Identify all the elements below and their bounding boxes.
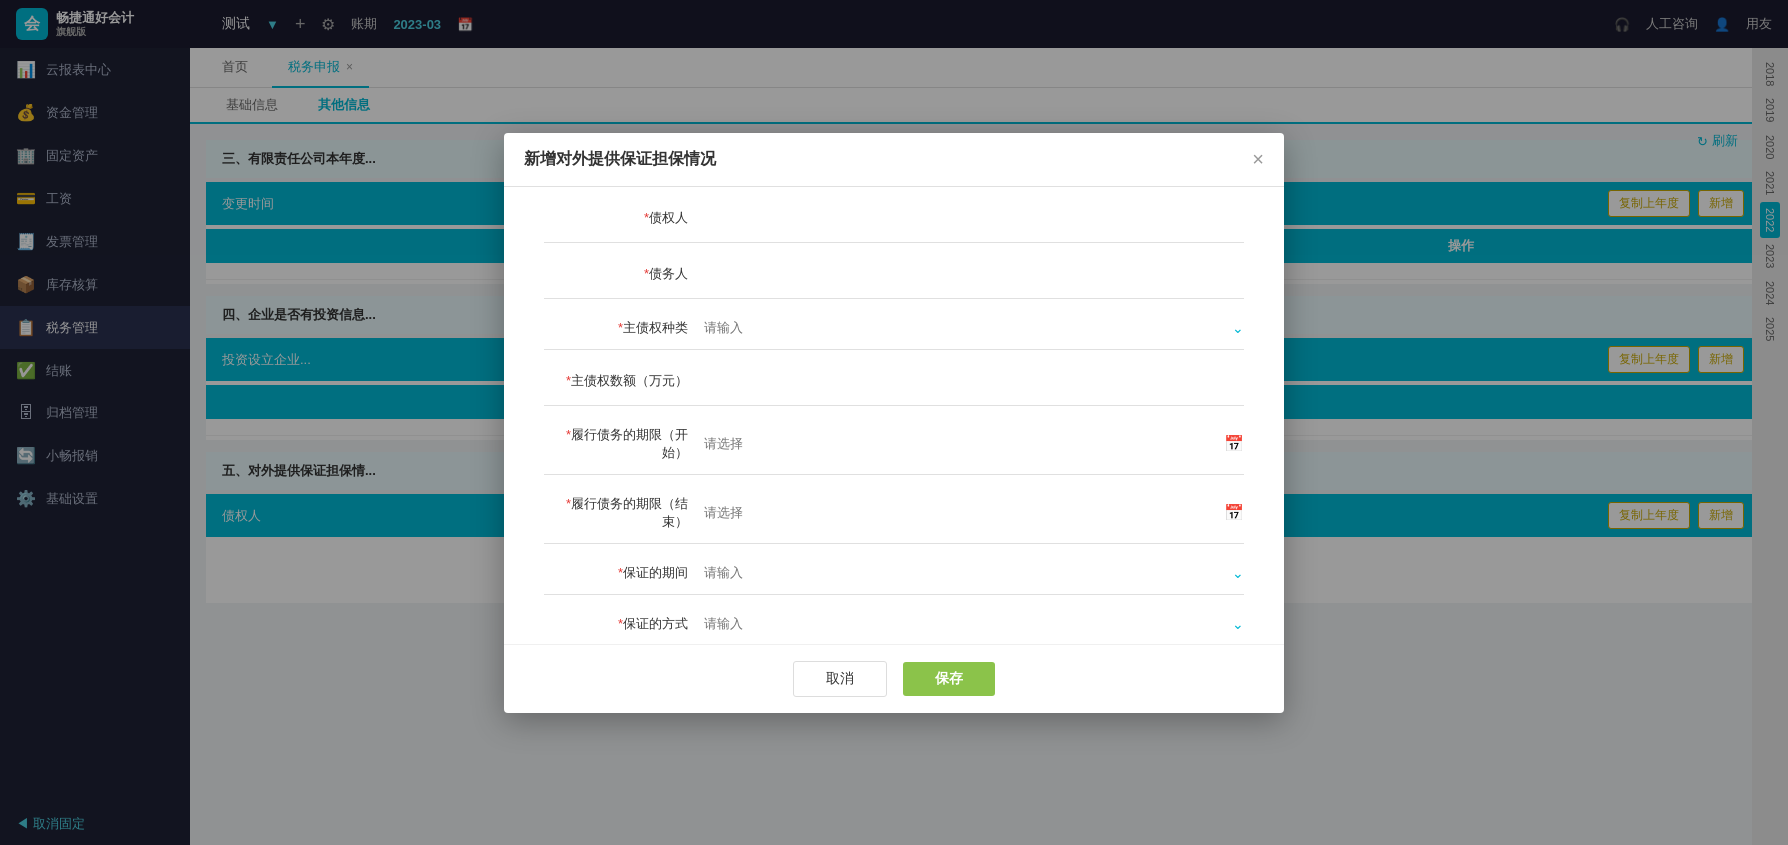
dialog-close-button[interactable]: × (1252, 149, 1264, 169)
required-mark-claim_type: * (618, 320, 623, 335)
form-row-guarantee_method: *保证的方式 ⌄ (544, 615, 1244, 644)
form-row-perform_end: *履行债务的期限（结束） 📅 (544, 495, 1244, 544)
date-input-perform_end[interactable] (704, 505, 1224, 520)
save-button[interactable]: 保存 (903, 662, 995, 696)
date-wrapper-perform_end[interactable]: 📅 (704, 503, 1244, 522)
select-input-claim_type[interactable] (704, 320, 1232, 335)
required-mark-perform_start: * (566, 427, 571, 442)
date-wrapper-perform_start[interactable]: 📅 (704, 434, 1244, 453)
select-wrapper-guarantee_method[interactable]: ⌄ (704, 616, 1244, 632)
date-input-perform_start[interactable] (704, 436, 1224, 451)
chevron-down-icon-guarantee_period: ⌄ (1232, 565, 1244, 581)
dialog-header: 新增对外提供保证担保情况 × (504, 133, 1284, 187)
required-mark-debtor: * (644, 266, 649, 281)
calendar-icon-perform_start[interactable]: 📅 (1224, 434, 1244, 453)
form-label-guarantee_period: *保证的期间 (544, 564, 704, 582)
input-claim_amount[interactable] (704, 370, 1244, 393)
chevron-down-icon-claim_type: ⌄ (1232, 320, 1244, 336)
select-wrapper-claim_type[interactable]: ⌄ (704, 320, 1244, 336)
dialog-body: *债权人 *债务人 *主债权种类 ⌄ *主债权数额（万元） *履行债务的期限（开始） … (504, 187, 1284, 644)
form-row-guarantee_period: *保证的期间 ⌄ (544, 564, 1244, 595)
form-label-claim_type: *主债权种类 (544, 319, 704, 337)
required-mark-creditor: * (644, 210, 649, 225)
chevron-down-icon-guarantee_method: ⌄ (1232, 616, 1244, 632)
select-input-guarantee_method[interactable] (704, 616, 1232, 631)
select-input-guarantee_period[interactable] (704, 565, 1232, 580)
form-label-guarantee_method: *保证的方式 (544, 615, 704, 633)
form-row-creditor: *债权人 (544, 207, 1244, 243)
form-label-claim_amount: *主债权数额（万元） (544, 372, 704, 390)
calendar-icon-perform_end[interactable]: 📅 (1224, 503, 1244, 522)
dialog-title: 新增对外提供保证担保情况 (524, 149, 716, 170)
required-mark-perform_end: * (566, 496, 571, 511)
form-label-creditor: *债权人 (544, 209, 704, 227)
form-row-debtor: *债务人 (544, 263, 1244, 299)
form-label-debtor: *债务人 (544, 265, 704, 283)
form-row-claim_amount: *主债权数额（万元） (544, 370, 1244, 406)
dialog-footer: 取消 保存 (504, 644, 1284, 713)
required-mark-guarantee_period: * (618, 565, 623, 580)
form-label-perform_end: *履行债务的期限（结束） (544, 495, 704, 531)
form-row-claim_type: *主债权种类 ⌄ (544, 319, 1244, 350)
form-label-perform_start: *履行债务的期限（开始） (544, 426, 704, 462)
modal-overlay[interactable]: 新增对外提供保证担保情况 × *债权人 *债务人 *主债权种类 ⌄ *主债权数额（万… (0, 0, 1788, 845)
form-row-perform_start: *履行债务的期限（开始） 📅 (544, 426, 1244, 475)
dialog: 新增对外提供保证担保情况 × *债权人 *债务人 *主债权种类 ⌄ *主债权数额（万… (504, 133, 1284, 713)
required-mark-guarantee_method: * (618, 616, 623, 631)
required-mark-claim_amount: * (566, 373, 571, 388)
cancel-button[interactable]: 取消 (793, 661, 887, 697)
select-wrapper-guarantee_period[interactable]: ⌄ (704, 565, 1244, 581)
input-debtor[interactable] (704, 263, 1244, 286)
input-creditor[interactable] (704, 207, 1244, 230)
